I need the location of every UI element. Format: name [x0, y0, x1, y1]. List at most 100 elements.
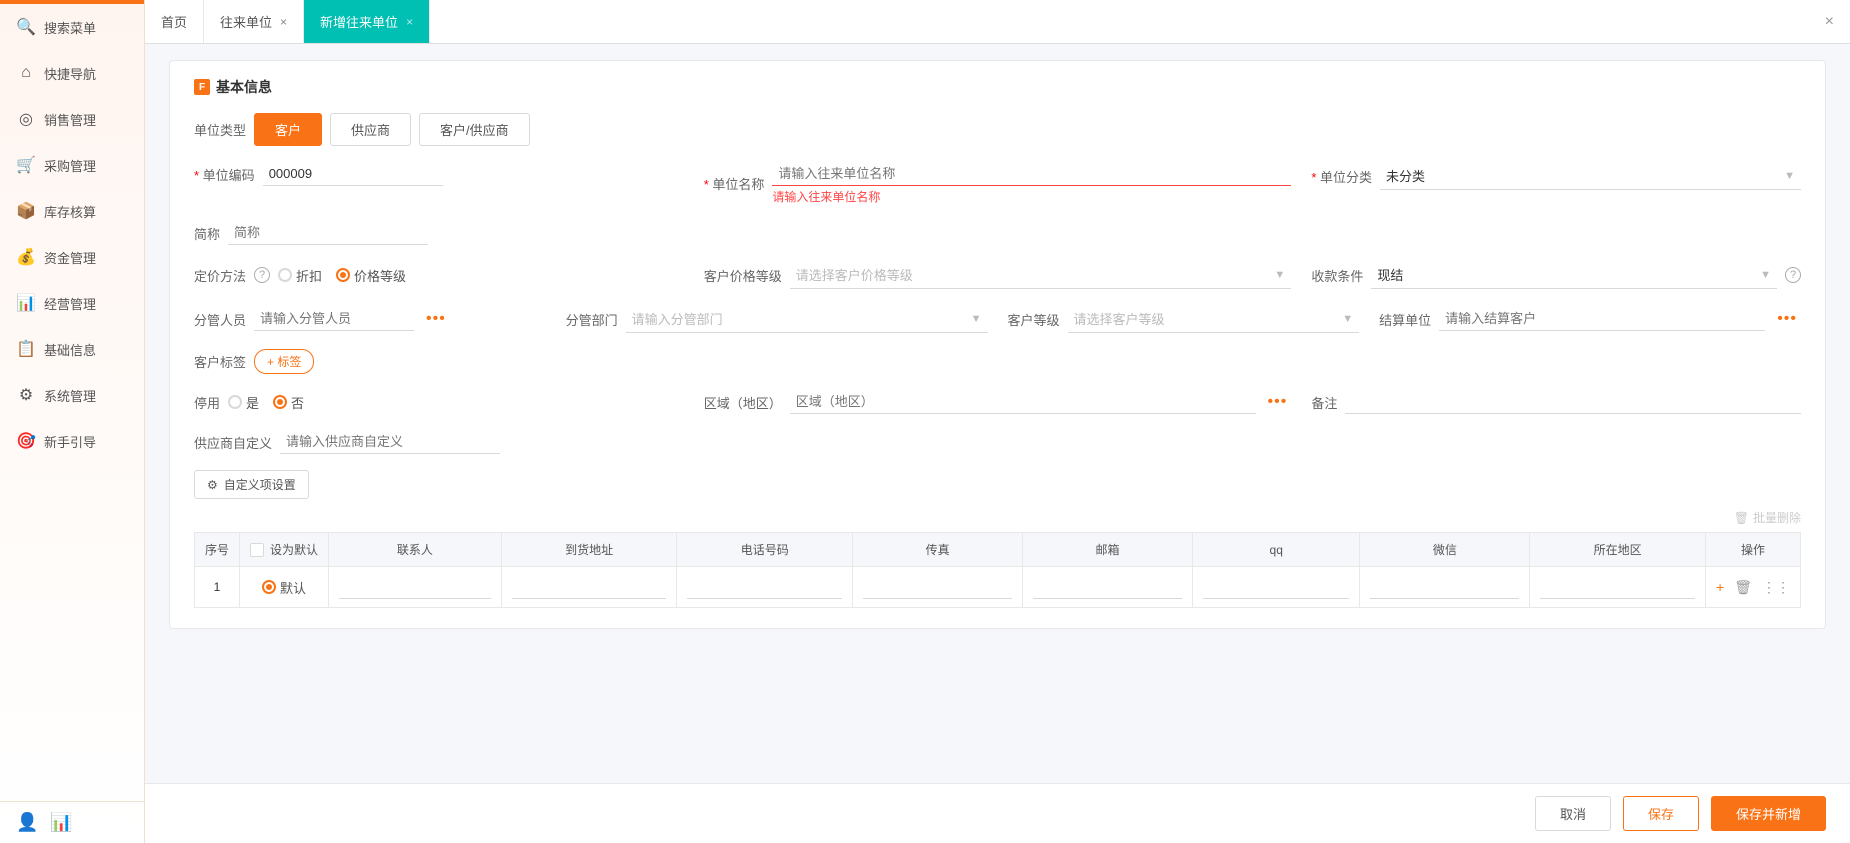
- manager-label: 分管人员: [194, 310, 246, 329]
- cell-qq[interactable]: [1193, 567, 1360, 608]
- cell-region[interactable]: [1530, 567, 1706, 608]
- region-more-icon[interactable]: •••: [1264, 393, 1292, 411]
- pricing-radio-discount[interactable]: 折扣: [278, 266, 322, 285]
- short-name-input[interactable]: [228, 221, 428, 245]
- customer-price-level-select[interactable]: 请选择客户价格等级 ▼: [790, 261, 1292, 289]
- contact-input[interactable]: [339, 575, 491, 599]
- unit-btn-supplier[interactable]: 供应商: [330, 113, 411, 146]
- sidebar-item-search[interactable]: 🔍 搜索菜单: [0, 4, 144, 50]
- sidebar-item-purchase[interactable]: 🛒 采购管理: [0, 142, 144, 188]
- row-default-label: 默认: [280, 578, 306, 597]
- batch-delete-button[interactable]: 🗑 批量删除: [1734, 509, 1801, 526]
- customer-price-level-arrow: ▼: [1274, 269, 1285, 281]
- unit-name-input[interactable]: [772, 162, 1291, 186]
- department-label: 分管部门: [566, 310, 618, 329]
- cell-phone[interactable]: [677, 567, 853, 608]
- unit-btn-customer[interactable]: 客户: [254, 113, 322, 146]
- row-default-radio[interactable]: 默认: [262, 578, 306, 597]
- manager-input[interactable]: [254, 307, 414, 331]
- email-input[interactable]: [1033, 575, 1182, 599]
- tab-partners[interactable]: 往来单位 ×: [204, 0, 304, 43]
- custom-settings-button[interactable]: ⚙ 自定义项设置: [194, 470, 309, 499]
- sidebar-item-sales-label: 销售管理: [44, 110, 96, 129]
- payment-terms-field: 收款条件 现结 ▼ ?: [1311, 261, 1801, 289]
- settlement-unit-label: 结算单位: [1379, 310, 1431, 329]
- sidebar-item-system[interactable]: ⚙ 系统管理: [0, 372, 144, 418]
- customer-level-select[interactable]: 请选择客户等级 ▼: [1068, 305, 1360, 333]
- pricing-help-icon[interactable]: ?: [254, 267, 270, 283]
- unit-btn-both[interactable]: 客户/供应商: [419, 113, 530, 146]
- phone-input[interactable]: [687, 575, 842, 599]
- add-row-button[interactable]: +: [1716, 579, 1724, 595]
- supplier-custom-input[interactable]: [280, 430, 500, 454]
- col-action: 操作: [1706, 533, 1801, 567]
- region-table-input[interactable]: [1540, 575, 1695, 599]
- sidebar-item-beginner[interactable]: 🎯 新手引导: [0, 418, 144, 464]
- payment-terms-select[interactable]: 现结 ▼: [1371, 261, 1777, 289]
- unit-code-input[interactable]: [263, 162, 443, 186]
- batch-delete-label: 批量删除: [1753, 509, 1801, 526]
- manager-field: 分管人员 •••: [194, 307, 546, 331]
- col-email: 邮箱: [1023, 533, 1193, 567]
- pricing-radio-level[interactable]: 价格等级: [336, 266, 406, 285]
- qq-input[interactable]: [1203, 575, 1349, 599]
- delete-row-button[interactable]: 🗑: [1734, 579, 1752, 596]
- tab-partners-close-icon[interactable]: ×: [280, 15, 287, 29]
- cell-wechat[interactable]: [1360, 567, 1530, 608]
- sidebar-item-finance[interactable]: 💰 资金管理: [0, 234, 144, 280]
- department-select[interactable]: 请输入分管部门 ▼: [626, 305, 988, 333]
- manager-more-icon[interactable]: •••: [422, 310, 450, 328]
- cell-email[interactable]: [1023, 567, 1193, 608]
- sidebar-item-quick-nav[interactable]: ⌂ 快捷导航: [0, 50, 144, 96]
- cell-address[interactable]: [501, 567, 677, 608]
- unit-name-label: 单位名称: [704, 174, 765, 193]
- customer-tag-row: 客户标签 + 标签: [194, 349, 1801, 374]
- address-input[interactable]: [512, 575, 667, 599]
- stats-icon[interactable]: 📊: [50, 812, 72, 833]
- sidebar-item-operations[interactable]: 📊 经营管理: [0, 280, 144, 326]
- disabled-radio-group: 是 否: [228, 393, 304, 412]
- unit-type-field: 单位类型 客户 供应商 客户/供应商: [194, 113, 1801, 146]
- save-and-add-button[interactable]: 保存并新增: [1711, 796, 1826, 831]
- row-actions: + 🗑 ⋮⋮: [1716, 579, 1790, 596]
- save-button[interactable]: 保存: [1623, 796, 1699, 831]
- settlement-unit-input[interactable]: [1439, 307, 1765, 331]
- pricing-method-label: 定价方法: [194, 266, 246, 285]
- drag-handle-icon[interactable]: ⋮⋮: [1762, 579, 1790, 596]
- tab-new-partner[interactable]: 新增往来单位 ×: [304, 0, 430, 43]
- wechat-input[interactable]: [1370, 575, 1519, 599]
- sidebar-item-inventory[interactable]: 📦 库存核算: [0, 188, 144, 234]
- fax-input[interactable]: [863, 575, 1012, 599]
- radio-label-level: 价格等级: [354, 266, 406, 285]
- window-close-button[interactable]: ×: [1809, 0, 1850, 43]
- note-label: 备注: [1311, 393, 1337, 412]
- sidebar-item-sales[interactable]: ◎ 销售管理: [0, 96, 144, 142]
- cell-contact[interactable]: [329, 567, 502, 608]
- tab-new-partner-close-icon[interactable]: ×: [406, 15, 413, 29]
- settlement-more-icon[interactable]: •••: [1773, 310, 1801, 328]
- cell-fax[interactable]: [853, 567, 1023, 608]
- unit-type-row: 单位类型 客户 供应商 客户/供应商: [194, 113, 1801, 146]
- unit-category-select[interactable]: 未分类 ▼: [1380, 162, 1801, 190]
- user-icon[interactable]: 👤: [16, 812, 38, 833]
- sidebar-item-basic-info[interactable]: 📋 基础信息: [0, 326, 144, 372]
- cancel-button[interactable]: 取消: [1535, 796, 1611, 831]
- disabled-radio-no[interactable]: 否: [273, 393, 304, 412]
- payment-help-icon[interactable]: ?: [1785, 267, 1801, 283]
- select-all-checkbox[interactable]: [250, 543, 264, 557]
- tab-home[interactable]: 首页: [145, 0, 204, 43]
- region-input[interactable]: [790, 390, 1256, 414]
- sidebar-item-basic-info-label: 基础信息: [44, 340, 96, 359]
- cell-actions: + 🗑 ⋮⋮: [1706, 567, 1801, 608]
- batch-delete-icon: 🗑: [1734, 511, 1749, 525]
- note-input[interactable]: [1345, 390, 1801, 414]
- col-address: 到货地址: [501, 533, 677, 567]
- add-tag-button[interactable]: + 标签: [254, 349, 314, 374]
- radio-circle-level: [336, 268, 350, 282]
- unit-category-value: 未分类: [1386, 166, 1425, 185]
- radio-label-no: 否: [291, 393, 304, 412]
- pricing-method-field: 定价方法 ? 折扣 价格等级: [194, 266, 684, 285]
- disabled-radio-yes[interactable]: 是: [228, 393, 259, 412]
- payment-terms-arrow: ▼: [1760, 269, 1771, 281]
- department-field: 分管部门 请输入分管部门 ▼: [566, 305, 988, 333]
